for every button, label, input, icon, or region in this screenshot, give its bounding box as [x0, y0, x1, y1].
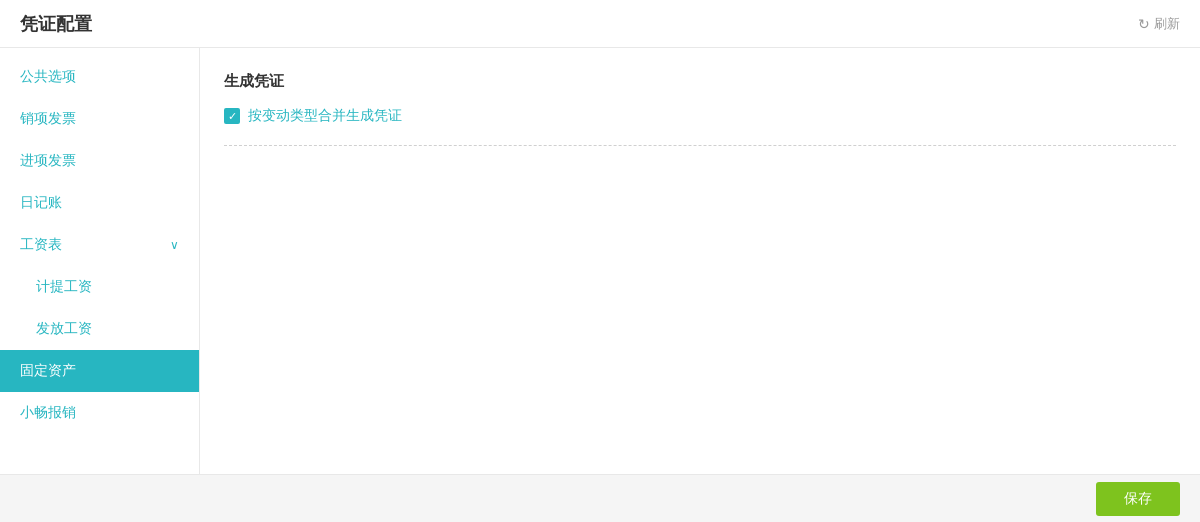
sidebar-item-label: 工资表: [20, 236, 62, 254]
sidebar-item-label: 小畅报销: [20, 404, 76, 422]
merge-by-type-checkbox[interactable]: [224, 108, 240, 124]
sidebar: 公共选项 销项发票 进项发票 日记账 工资表 ∨ 计提工资 发放工资 固定资产 …: [0, 48, 200, 474]
sidebar-item-payroll[interactable]: 工资表 ∨: [0, 224, 199, 266]
section-divider: [224, 145, 1176, 146]
sidebar-item-public[interactable]: 公共选项: [0, 56, 199, 98]
sidebar-item-label: 公共选项: [20, 68, 76, 86]
sidebar-item-accrued-payroll[interactable]: 计提工资: [0, 266, 199, 308]
sidebar-item-expense-claim[interactable]: 小畅报销: [0, 392, 199, 434]
sidebar-item-label: 计提工资: [36, 278, 92, 296]
checkbox-label[interactable]: 按变动类型合并生成凭证: [248, 107, 402, 125]
page-title: 凭证配置: [20, 12, 92, 36]
footer: 保存: [0, 474, 1200, 522]
header: 凭证配置 ↻ 刷新: [0, 0, 1200, 48]
refresh-label: 刷新: [1154, 15, 1180, 33]
sidebar-item-label: 日记账: [20, 194, 62, 212]
sidebar-item-fixed-assets[interactable]: 固定资产: [0, 350, 199, 392]
main-layout: 公共选项 销项发票 进项发票 日记账 工资表 ∨ 计提工资 发放工资 固定资产 …: [0, 48, 1200, 474]
save-button[interactable]: 保存: [1096, 482, 1180, 516]
content-area: 生成凭证 按变动类型合并生成凭证: [200, 48, 1200, 474]
sidebar-item-label: 销项发票: [20, 110, 76, 128]
sidebar-item-pay-payroll[interactable]: 发放工资: [0, 308, 199, 350]
checkbox-row: 按变动类型合并生成凭证: [224, 107, 1176, 125]
sidebar-item-journal[interactable]: 日记账: [0, 182, 199, 224]
section-title: 生成凭证: [224, 72, 1176, 91]
refresh-icon: ↻: [1138, 16, 1150, 32]
sidebar-item-label: 发放工资: [36, 320, 92, 338]
sidebar-item-purchase-invoice[interactable]: 进项发票: [0, 140, 199, 182]
sidebar-item-label: 进项发票: [20, 152, 76, 170]
sidebar-item-sales-invoice[interactable]: 销项发票: [0, 98, 199, 140]
chevron-down-icon: ∨: [170, 238, 179, 252]
refresh-button[interactable]: ↻ 刷新: [1138, 15, 1180, 33]
sidebar-item-label: 固定资产: [20, 362, 76, 380]
